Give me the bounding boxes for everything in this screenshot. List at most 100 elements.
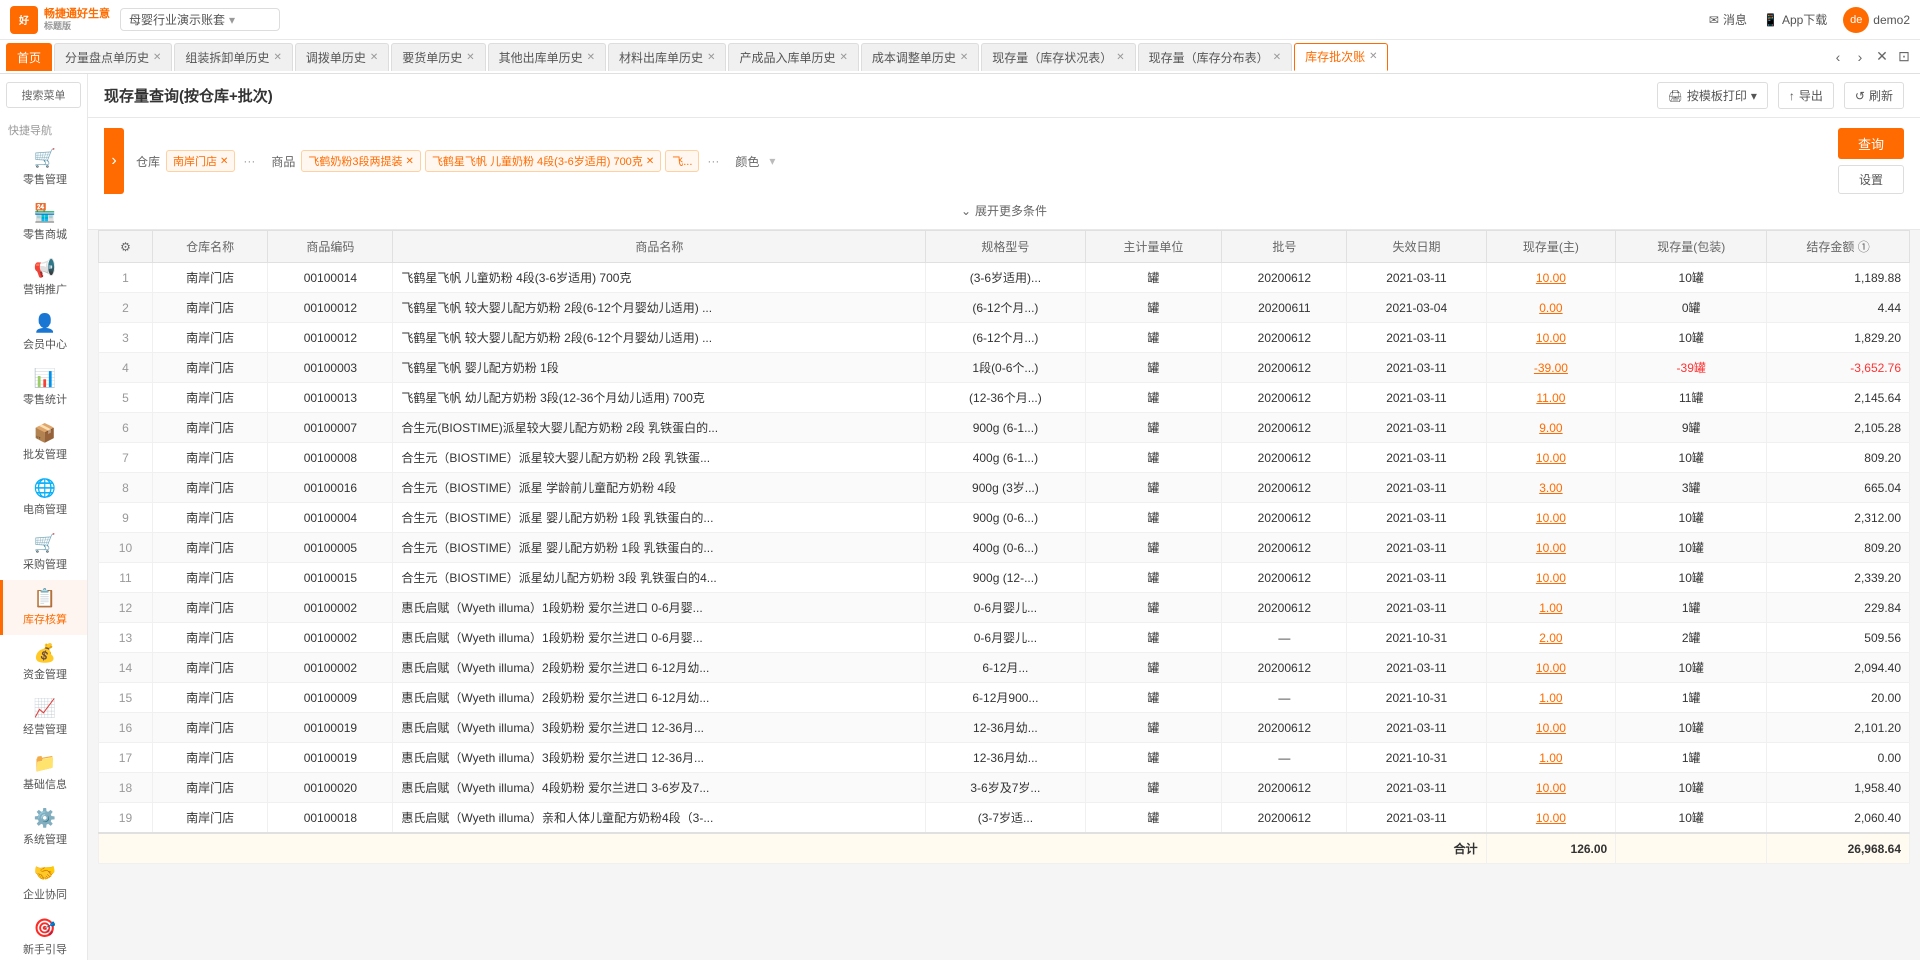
row-qty-main[interactable]: 10.00	[1486, 533, 1616, 563]
row-qty-main[interactable]: 3.00	[1486, 473, 1616, 503]
tab-next-button[interactable]: ›	[1850, 47, 1870, 67]
goods-more-dots[interactable]: ···	[703, 154, 723, 168]
sidebar-item-retail-stats[interactable]: 📊 零售统计	[0, 360, 87, 415]
content-area: 现存量查询(按仓库+批次) 🖨 按模板打印 ▾ ↑ 导出 ↺ 刷新	[88, 74, 1920, 960]
settings-button[interactable]: 设置	[1838, 165, 1904, 194]
tab-product-in[interactable]: 产成品入库单历史 ✕	[728, 43, 858, 71]
print-button[interactable]: 🖨 按模板打印 ▾	[1657, 82, 1768, 109]
table-row: 17 南岸门店 00100019 惠氏启赋（Wyeth illuma）3段奶粉 …	[99, 743, 1910, 773]
tab-stock-dist[interactable]: 现存量（库存分布表） ✕	[1138, 43, 1292, 71]
row-qty-main[interactable]: 2.00	[1486, 623, 1616, 653]
tab-close-stock-dist[interactable]: ✕	[1273, 52, 1281, 63]
message-link[interactable]: ✉ 消息	[1709, 11, 1747, 28]
tab-batch-voucher[interactable]: 库存批次账 ✕	[1294, 43, 1388, 71]
row-qty-main[interactable]: 10.00	[1486, 653, 1616, 683]
tag-remove-icon[interactable]: ✕	[220, 156, 228, 167]
tab-yao-huo[interactable]: 要货单历史 ✕	[391, 43, 485, 71]
tab-close-all-button[interactable]: ✕	[1872, 47, 1892, 67]
sidebar-item-inventory[interactable]: 📋 库存核算	[0, 580, 87, 635]
table-row: 5 南岸门店 00100013 飞鹤星飞帆 幼儿配方奶粉 3段(12-36个月幼…	[99, 383, 1910, 413]
tab-close-fen-pan[interactable]: ✕	[153, 52, 161, 63]
tab-close-material-out[interactable]: ✕	[707, 52, 715, 63]
tab-close-diao-bo[interactable]: ✕	[370, 52, 378, 63]
sidebar-item-label: 电商管理	[23, 501, 67, 517]
tab-other-out[interactable]: 其他出库单历史 ✕	[488, 43, 606, 71]
query-button[interactable]: 查询	[1838, 128, 1904, 159]
app-download-link[interactable]: 📱 App下载	[1763, 11, 1827, 28]
sidebar-item-wholesale[interactable]: 📦 批发管理	[0, 415, 87, 470]
sidebar-item-finance[interactable]: 💰 资金管理	[0, 635, 87, 690]
data-table: ⚙ 仓库名称 商品编码 商品名称 规格型号 主计量单位 批号 失效日期 现存量(…	[98, 230, 1910, 864]
sidebar-item-base[interactable]: 📁 基础信息	[0, 745, 87, 800]
sidebar-item-marketing[interactable]: 📢 营销推广	[0, 250, 87, 305]
warehouse-tag-nanmen[interactable]: 南岸门店 ✕	[166, 150, 235, 172]
color-label: 颜色	[735, 153, 759, 170]
row-qty-main[interactable]: -39.00	[1486, 353, 1616, 383]
row-qty-main[interactable]: 10.00	[1486, 803, 1616, 834]
tag-remove-icon[interactable]: ✕	[646, 156, 654, 167]
tab-close-other-out[interactable]: ✕	[587, 52, 595, 63]
tab-stock-status[interactable]: 现存量（库存状况表） ✕	[981, 43, 1135, 71]
sidebar-item-member[interactable]: 👤 会员中心	[0, 305, 87, 360]
row-qty-main[interactable]: 10.00	[1486, 443, 1616, 473]
expand-more-button[interactable]: ⌄ 展开更多条件	[961, 202, 1047, 219]
expand-left-button[interactable]: ›	[104, 128, 124, 194]
search-menu-button[interactable]: 搜索菜单	[6, 82, 81, 108]
col-gear[interactable]: ⚙	[99, 231, 153, 263]
tab-close-zu-chai[interactable]: ✕	[273, 52, 281, 63]
sidebar-item-system[interactable]: ⚙️ 系统管理	[0, 800, 87, 855]
tab-home[interactable]: 首页	[6, 43, 52, 71]
row-qty-main[interactable]: 1.00	[1486, 683, 1616, 713]
row-qty-main[interactable]: 1.00	[1486, 593, 1616, 623]
row-unit: 罐	[1085, 593, 1222, 623]
row-qty-main[interactable]: 10.00	[1486, 323, 1616, 353]
row-unit: 罐	[1085, 413, 1222, 443]
sidebar-item-retail-shop[interactable]: 🏪 零售商城	[0, 195, 87, 250]
export-button[interactable]: ↑ 导出	[1778, 82, 1834, 109]
retail-stats-icon: 📊	[34, 368, 56, 389]
refresh-button[interactable]: ↺ 刷新	[1844, 82, 1904, 109]
tab-zu-chai[interactable]: 组装拆卸单历史 ✕	[174, 43, 292, 71]
goods-tag-more[interactable]: 飞...	[665, 150, 699, 172]
tab-cost-adjust[interactable]: 成本调整单历史 ✕	[861, 43, 979, 71]
tab-close-yao-huo[interactable]: ✕	[466, 52, 474, 63]
row-qty-main[interactable]: 10.00	[1486, 263, 1616, 293]
marketing-icon: 📢	[34, 258, 56, 279]
row-qty-main[interactable]: 11.00	[1486, 383, 1616, 413]
row-qty-main[interactable]: 10.00	[1486, 773, 1616, 803]
row-expiry: 2021-03-11	[1347, 383, 1486, 413]
sidebar-item-guide[interactable]: 🎯 新手引导	[0, 910, 87, 960]
retail-shop-icon: 🏪	[34, 203, 56, 224]
row-amount: 2,101.20	[1767, 713, 1910, 743]
sidebar-item-ecom[interactable]: 🌐 电商管理	[0, 470, 87, 525]
warehouse-more-dots[interactable]: ···	[239, 154, 259, 168]
sidebar-item-retail-mgmt[interactable]: 🛒 零售管理	[0, 140, 87, 195]
row-qty-main[interactable]: 1.00	[1486, 743, 1616, 773]
tag-remove-icon[interactable]: ✕	[406, 156, 414, 167]
tab-prev-button[interactable]: ‹	[1828, 47, 1848, 67]
goods-tag-2[interactable]: 飞鹤星飞帆 儿童奶粉 4段(3-6岁适用) 700克 ✕	[425, 150, 661, 172]
tab-close-cost-adjust[interactable]: ✕	[960, 52, 968, 63]
sidebar-item-purchase[interactable]: 🛒 采购管理	[0, 525, 87, 580]
row-qty-main[interactable]: 10.00	[1486, 713, 1616, 743]
col-amount: 结存金额 ①	[1767, 231, 1910, 263]
user-avatar[interactable]: de demo2	[1843, 7, 1910, 33]
row-spec: (3-7岁适...	[926, 803, 1085, 834]
goods-tag-1[interactable]: 飞鹤奶粉3段两提装 ✕	[301, 150, 421, 172]
tab-diao-bo[interactable]: 调拨单历史 ✕	[295, 43, 389, 71]
tab-material-out[interactable]: 材料出库单历史 ✕	[608, 43, 726, 71]
tab-close-stock-status[interactable]: ✕	[1116, 52, 1124, 63]
row-qty-main[interactable]: 10.00	[1486, 563, 1616, 593]
row-no: 13	[99, 623, 153, 653]
tab-fen-pan[interactable]: 分量盘点单历史 ✕	[54, 43, 172, 71]
tab-close-product-in[interactable]: ✕	[839, 52, 847, 63]
row-qty-main[interactable]: 0.00	[1486, 293, 1616, 323]
row-qty-main[interactable]: 9.00	[1486, 413, 1616, 443]
sidebar-item-enterprise[interactable]: 🤝 企业协同	[0, 855, 87, 910]
tab-close-batch-voucher[interactable]: ✕	[1369, 51, 1377, 62]
operations-icon: 📈	[34, 698, 56, 719]
row-qty-main[interactable]: 10.00	[1486, 503, 1616, 533]
tab-menu-button[interactable]: ⊡	[1894, 47, 1914, 67]
org-selector[interactable]: 母婴行业演示账套 ▾	[120, 8, 280, 31]
sidebar-item-operations[interactable]: 📈 经营管理	[0, 690, 87, 745]
